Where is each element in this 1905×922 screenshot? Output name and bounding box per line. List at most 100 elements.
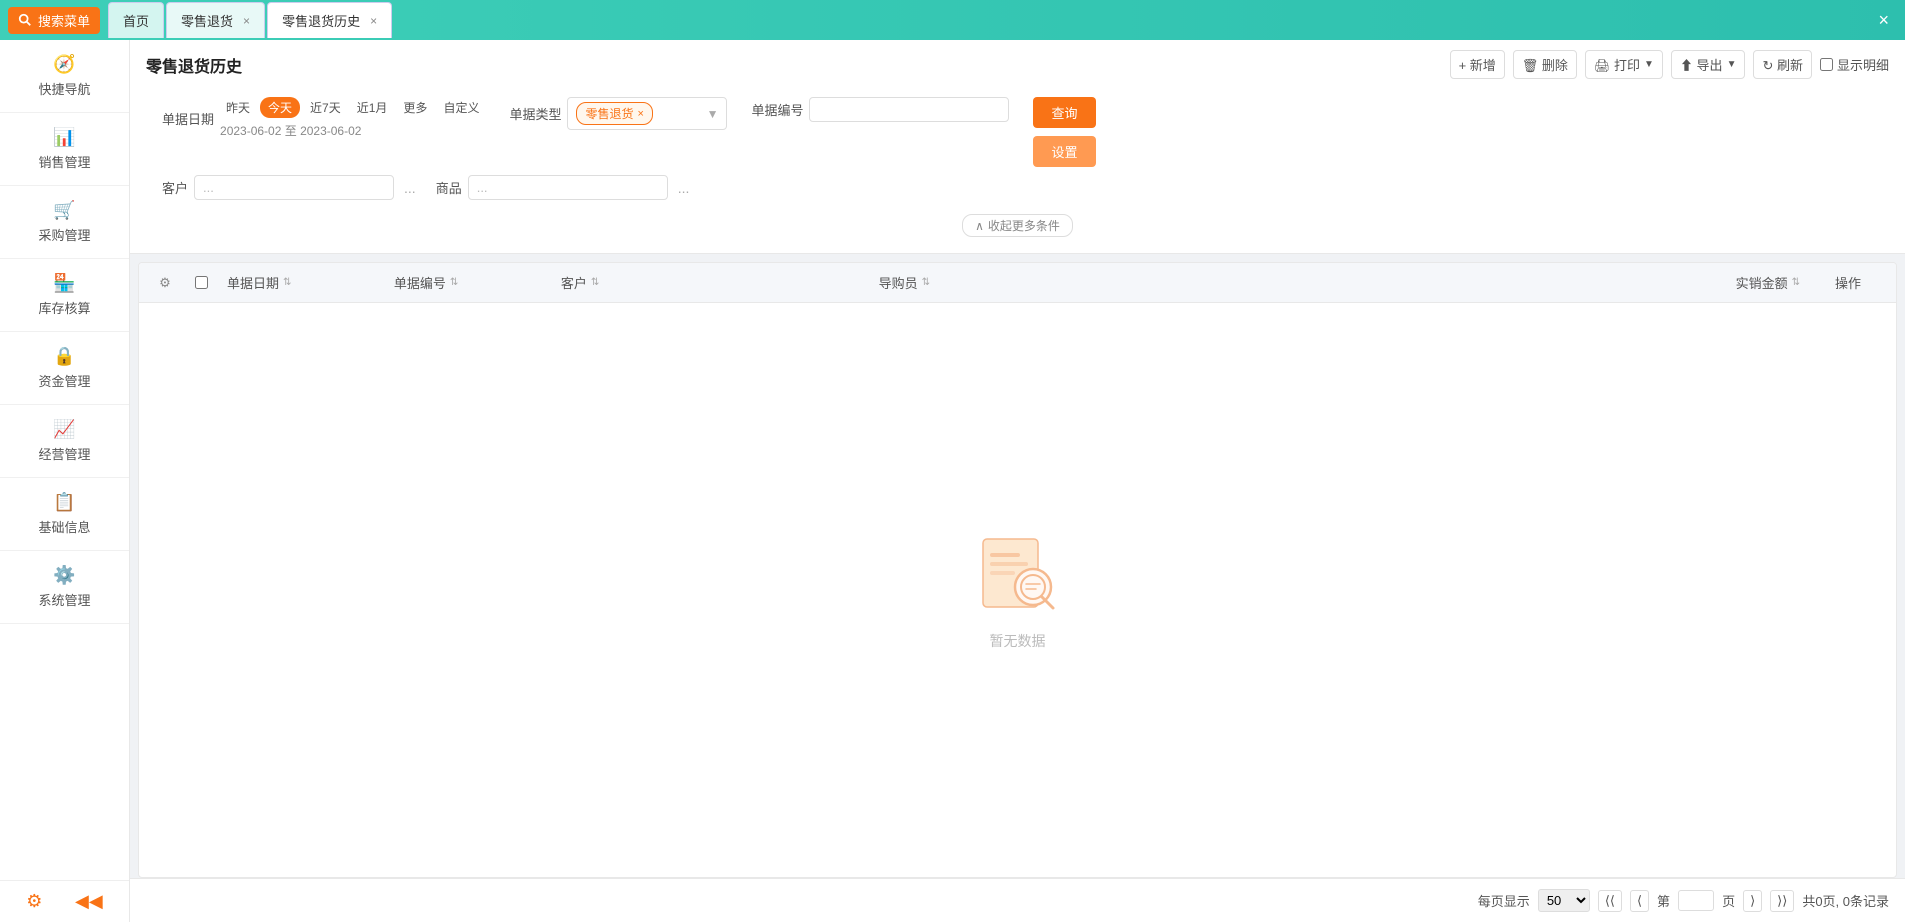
sales-mgmt-icon: 📊 xyxy=(53,127,75,148)
tab-retail-return[interactable]: 零售退货 × xyxy=(166,2,265,38)
date-filter-group: 单据日期 昨天 今天 近7天 近1月 更多 自定义 2023-06-02 至 2… xyxy=(162,97,485,139)
sidebar-item-quick-nav[interactable]: 🧭 快捷导航 xyxy=(0,40,129,113)
query-button[interactable]: 查询 xyxy=(1033,97,1095,128)
th-amount[interactable]: 实销金额 ⇅ xyxy=(1188,273,1808,292)
sidebar-item-sales-mgmt[interactable]: 📊 销售管理 xyxy=(0,113,129,186)
page-header: 零售退货历史 + 新增 🗑 删除 🖨 打印 ▼ ⬆ 导出 ▼ ↻ 刷新 xyxy=(130,40,1905,254)
customer-input[interactable] xyxy=(194,175,394,200)
table-header: ⚙ 单据日期 ⇅ 单据编号 ⇅ 客户 ⇅ 导购员 ⇅ xyxy=(139,263,1896,303)
sidebar-settings-btn[interactable]: ⚙ xyxy=(26,891,42,912)
th-date-label: 单据日期 xyxy=(227,273,279,292)
export-button[interactable]: ⬆ 导出 ▼ xyxy=(1671,50,1746,79)
system-mgmt-icon: ⚙️ xyxy=(53,565,75,586)
th-guide[interactable]: 导购员 ⇅ xyxy=(871,273,1189,292)
next-page-btn[interactable]: ⟩ xyxy=(1743,890,1762,912)
pagination-bar: 每页显示 50 10 20 100 ⟨⟨ ⟨ 第 1 页 ⟩ ⟩⟩ 共0页, 0… xyxy=(130,878,1905,922)
first-page-btn[interactable]: ⟨⟨ xyxy=(1598,890,1622,912)
empty-illustration xyxy=(968,529,1068,619)
filter-area: 单据日期 昨天 今天 近7天 近1月 更多 自定义 2023-06-02 至 2… xyxy=(146,87,1889,253)
th-customer-sort-icon: ⇅ xyxy=(591,277,599,288)
th-number-label: 单据编号 xyxy=(394,273,446,292)
sidebar: 🧭 快捷导航 📊 销售管理 🛒 采购管理 🏪 库存核算 🔒 资金管理 📈 经营管… xyxy=(0,40,130,922)
th-checkbox[interactable] xyxy=(183,276,219,289)
operations-mgmt-icon: 📈 xyxy=(53,419,75,440)
voucher-type-dropdown-icon: ▼ xyxy=(707,107,719,121)
date-filter-label: 单据日期 xyxy=(162,109,214,128)
query-set-col: 查询 设置 xyxy=(1033,97,1095,167)
sidebar-item-basic-info[interactable]: 📋 基础信息 xyxy=(0,478,129,551)
th-customer[interactable]: 客户 ⇅ xyxy=(553,273,871,292)
sidebar-volume-btn[interactable]: ◀◀ xyxy=(75,891,103,912)
select-all-checkbox[interactable] xyxy=(195,276,208,289)
th-guide-sort-icon: ⇅ xyxy=(922,277,930,288)
th-guide-label: 导购员 xyxy=(879,273,918,292)
tab-retail-return-history-label: 零售退货历史 xyxy=(282,11,360,30)
date-option-more[interactable]: 更多 xyxy=(397,97,433,118)
display-detail-label: 显示明细 xyxy=(1837,55,1889,74)
date-range-display: 2023-06-02 至 2023-06-02 xyxy=(220,122,485,139)
collapse-icon: ∧ xyxy=(975,219,984,233)
tab-retail-return-history-close[interactable]: × xyxy=(370,14,377,28)
set-button[interactable]: 设置 xyxy=(1033,136,1095,167)
empty-text: 暂无数据 xyxy=(990,631,1046,651)
last-page-btn[interactable]: ⟩⟩ xyxy=(1770,890,1794,912)
date-option-1month[interactable]: 近1月 xyxy=(351,97,394,118)
sidebar-item-operations-mgmt[interactable]: 📈 经营管理 xyxy=(0,405,129,478)
voucher-type-select[interactable]: 零售退货 × ▼ xyxy=(567,97,727,130)
date-option-7days[interactable]: 近7天 xyxy=(304,97,347,118)
voucher-number-input[interactable] xyxy=(809,97,1009,122)
collapse-btn[interactable]: ∧ 收起更多条件 xyxy=(962,214,1073,237)
display-detail-input[interactable] xyxy=(1820,58,1833,71)
sidebar-item-operations-mgmt-label: 经营管理 xyxy=(38,444,90,463)
sidebar-item-system-mgmt-label: 系统管理 xyxy=(38,590,90,609)
toolbar: + 新增 🗑 删除 🖨 打印 ▼ ⬆ 导出 ▼ ↻ 刷新 显示明细 xyxy=(1450,50,1889,79)
filter-row-2: 客户 ... 商品 ... xyxy=(162,175,1873,200)
search-menu-label: 搜索菜单 xyxy=(38,11,90,30)
voucher-type-remove[interactable]: × xyxy=(637,108,643,120)
sidebar-item-inventory-check[interactable]: 🏪 库存核算 xyxy=(0,259,129,332)
current-page-input[interactable]: 1 xyxy=(1678,890,1714,911)
tab-retail-return-close[interactable]: × xyxy=(243,14,250,28)
th-number-sort-icon: ⇅ xyxy=(450,277,458,288)
sidebar-item-purchase-mgmt[interactable]: 🛒 采购管理 xyxy=(0,186,129,259)
th-customer-label: 客户 xyxy=(561,273,587,292)
print-button[interactable]: 🖨 打印 ▼ xyxy=(1585,50,1663,79)
goods-more-btn[interactable]: ... xyxy=(674,180,694,196)
th-number[interactable]: 单据编号 ⇅ xyxy=(386,273,553,292)
content-area: 零售退货历史 + 新增 🗑 删除 🖨 打印 ▼ ⬆ 导出 ▼ ↻ 刷新 xyxy=(130,40,1905,922)
date-option-yesterday[interactable]: 昨天 xyxy=(220,97,256,118)
page-title: 零售退货历史 xyxy=(146,53,242,77)
search-menu-btn[interactable]: 搜索菜单 xyxy=(8,7,100,34)
inventory-check-icon: 🏪 xyxy=(53,273,75,294)
customer-more-btn[interactable]: ... xyxy=(400,180,420,196)
date-option-today[interactable]: 今天 xyxy=(260,97,300,118)
empty-state: 暂无数据 xyxy=(139,303,1896,877)
add-button[interactable]: + 新增 xyxy=(1450,50,1505,79)
goods-input[interactable] xyxy=(468,175,668,200)
display-detail-checkbox[interactable]: 显示明细 xyxy=(1820,55,1889,74)
window-close-btn[interactable]: × xyxy=(1862,0,1905,40)
date-option-custom[interactable]: 自定义 xyxy=(437,97,485,118)
per-page-select[interactable]: 50 10 20 100 xyxy=(1538,889,1590,912)
prev-page-btn[interactable]: ⟨ xyxy=(1630,890,1649,912)
th-date[interactable]: 单据日期 ⇅ xyxy=(219,273,386,292)
tab-retail-return-history[interactable]: 零售退货历史 × xyxy=(267,2,392,38)
refresh-button[interactable]: ↻ 刷新 xyxy=(1753,50,1812,79)
print-dropdown-icon: ▼ xyxy=(1644,59,1654,70)
th-amount-sort-icon: ⇅ xyxy=(1792,277,1800,288)
search-icon xyxy=(18,13,32,27)
th-actions: 操作 xyxy=(1808,273,1888,292)
pagination-summary: 共0页, 0条记录 xyxy=(1802,891,1889,910)
sidebar-item-system-mgmt[interactable]: ⚙️ 系统管理 xyxy=(0,551,129,624)
tab-home-label: 首页 xyxy=(123,11,149,30)
main-layout: 🧭 快捷导航 📊 销售管理 🛒 采购管理 🏪 库存核算 🔒 资金管理 📈 经营管… xyxy=(0,40,1905,922)
delete-button[interactable]: 🗑 删除 xyxy=(1513,50,1577,79)
tab-home[interactable]: 首页 xyxy=(108,2,164,38)
per-page-label: 每页显示 xyxy=(1478,891,1530,910)
tabs-area: 首页 零售退货 × 零售退货历史 × xyxy=(108,2,1862,38)
sidebar-item-basic-info-label: 基础信息 xyxy=(38,517,90,536)
sidebar-item-finance-mgmt[interactable]: 🔒 资金管理 xyxy=(0,332,129,405)
th-settings[interactable]: ⚙ xyxy=(147,275,183,291)
voucher-type-value: 零售退货 xyxy=(585,105,633,122)
total-pages-label: 页 xyxy=(1722,891,1735,910)
